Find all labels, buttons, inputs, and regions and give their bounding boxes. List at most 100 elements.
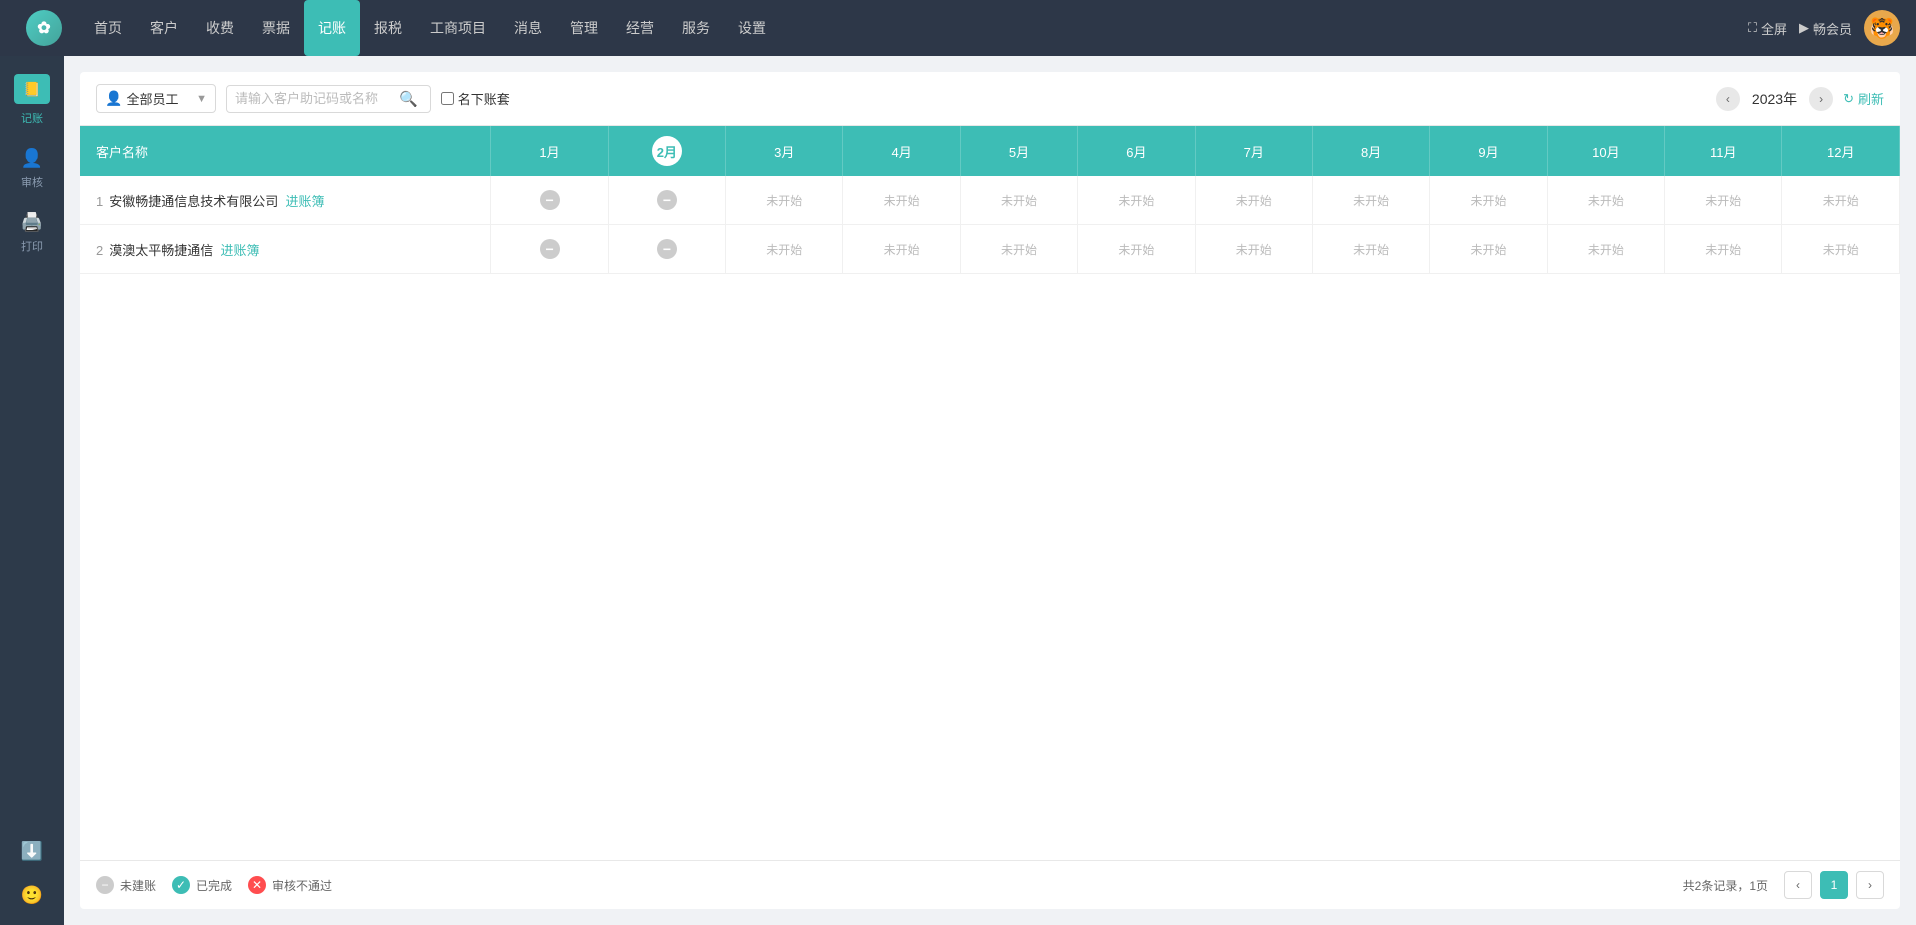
cell-month-3: 未开始 (726, 225, 843, 274)
legend-item-未建账: −未建账 (96, 876, 156, 894)
cell-month-1[interactable]: − (491, 225, 608, 274)
employee-select[interactable]: 👤 全部员工 ▼ (96, 84, 216, 113)
year-display: 2023年 (1752, 89, 1797, 109)
not-started-label: 未开始 (1588, 243, 1624, 257)
legend-label: 已完成 (196, 877, 232, 894)
cell-month-12: 未开始 (1782, 176, 1900, 225)
next-year-button[interactable]: › (1809, 87, 1833, 111)
nav-item-报税[interactable]: 报税 (360, 0, 416, 56)
prev-page-button[interactable]: ‹ (1784, 871, 1812, 899)
cell-month-11: 未开始 (1665, 176, 1782, 225)
nav-item-客户[interactable]: 客户 (136, 0, 192, 56)
not-started-label: 未开始 (1353, 243, 1389, 257)
nav-item-消息[interactable]: 消息 (500, 0, 556, 56)
legend-dot-red: ✕ (248, 876, 266, 894)
col-header-month-5: 5月 (960, 126, 1077, 176)
col-header-month-11: 11月 (1665, 126, 1782, 176)
client-name: 安徽畅捷通信息技术有限公司 (109, 194, 278, 209)
cell-month-10: 未开始 (1547, 176, 1664, 225)
member-btn[interactable]: ▶ 畅会员 (1799, 19, 1852, 38)
prev-year-button[interactable]: ‹ (1716, 87, 1740, 111)
cell-month-9: 未开始 (1430, 225, 1547, 274)
cell-month-2[interactable]: − (608, 225, 725, 274)
sidebar-label: 打印 (21, 238, 43, 254)
sidebar-bottom-item[interactable]: ⬇️ (20, 829, 44, 873)
cell-month-9: 未开始 (1430, 176, 1547, 225)
my-accounts-checkbox[interactable] (441, 92, 454, 105)
fullscreen-label: 全屏 (1761, 19, 1787, 38)
nav-item-收费[interactable]: 收费 (192, 0, 248, 56)
col-header-month-12: 12月 (1782, 126, 1900, 176)
cell-month-4: 未开始 (843, 225, 960, 274)
row-number: 1 (96, 194, 103, 209)
cell-month-6: 未开始 (1078, 225, 1195, 274)
cell-month-6: 未开始 (1078, 176, 1195, 225)
not-started-label: 未开始 (766, 194, 802, 208)
not-started-label: 未开始 (1236, 194, 1272, 208)
enter-ledger-link[interactable]: 进账簿 (285, 194, 324, 209)
content-area: 👤 全部员工 ▼ 🔍 名下账套 ‹ 2023年 › ↻ 刷新 (64, 56, 1916, 925)
col-header-month-1: 1月 (491, 126, 608, 176)
col-header-month-4: 4月 (843, 126, 960, 176)
sidebar-icon: 👤 (20, 146, 44, 170)
status-dash-icon: − (540, 190, 560, 210)
status-dash-icon: − (657, 239, 677, 259)
nav-item-工商项目[interactable]: 工商项目 (416, 0, 500, 56)
legend-dot-teal: ✓ (172, 876, 190, 894)
cell-month-2[interactable]: − (608, 176, 725, 225)
not-started-label: 未开始 (1471, 194, 1507, 208)
col-header-month-8: 8月 (1312, 126, 1429, 176)
cell-month-8: 未开始 (1312, 176, 1429, 225)
not-started-label: 未开始 (1001, 194, 1037, 208)
enter-ledger-link[interactable]: 进账簿 (220, 243, 259, 258)
row-number: 2 (96, 243, 103, 258)
not-started-label: 未开始 (1705, 243, 1741, 257)
nav-item-管理[interactable]: 管理 (556, 0, 612, 56)
sidebar-item-记账[interactable]: 📒记账 (14, 64, 50, 136)
search-button[interactable]: 🔍 (395, 90, 422, 108)
fullscreen-icon: ⛶ (1748, 20, 1757, 36)
active-month-indicator: 2月 (652, 136, 682, 166)
table-container: 客户名称1月2月3月4月5月6月7月8月9月10月11月12月 1安徽畅捷通信息… (80, 126, 1900, 860)
not-started-label: 未开始 (1823, 243, 1859, 257)
sidebar-bottom-item[interactable]: 🙂 (20, 873, 44, 917)
nav-item-首页[interactable]: 首页 (80, 0, 136, 56)
col-header-month-7: 7月 (1195, 126, 1312, 176)
sidebar-label: 记账 (21, 110, 43, 126)
user-avatar[interactable]: 🐯 (1864, 10, 1900, 46)
sidebar-bottom-icon: ⬇️ (20, 839, 44, 863)
col-header-month-6: 6月 (1078, 126, 1195, 176)
sidebar-item-审核[interactable]: 👤审核 (14, 136, 50, 200)
status-dash-icon: − (657, 190, 677, 210)
sidebar-item-打印[interactable]: 🖨️打印 (14, 200, 50, 264)
table-row: 2漠澳太平畅捷通信 进账簿−−未开始未开始未开始未开始未开始未开始未开始未开始未… (80, 225, 1900, 274)
legend-dot-grey: − (96, 876, 114, 894)
cell-month-8: 未开始 (1312, 225, 1429, 274)
cell-month-1[interactable]: − (491, 176, 608, 225)
search-input[interactable] (235, 91, 395, 106)
nav-item-设置[interactable]: 设置 (724, 0, 780, 56)
not-started-label: 未开始 (1471, 243, 1507, 257)
nav-item-经营[interactable]: 经营 (612, 0, 668, 56)
cell-month-12: 未开始 (1782, 225, 1900, 274)
cell-month-5: 未开始 (960, 225, 1077, 274)
not-started-label: 未开始 (1118, 243, 1154, 257)
legend-item-已完成: ✓ 已完成 (172, 876, 232, 894)
not-started-label: 未开始 (1353, 194, 1389, 208)
my-accounts-checkbox-label[interactable]: 名下账套 (441, 89, 510, 108)
fullscreen-btn[interactable]: ⛶ 全屏 (1748, 19, 1787, 38)
search-wrapper: 🔍 (226, 85, 431, 113)
status-dash-icon: − (540, 239, 560, 259)
refresh-button[interactable]: ↻ 刷新 (1843, 89, 1884, 108)
page-1-button[interactable]: 1 (1820, 871, 1848, 899)
next-page-button[interactable]: › (1856, 871, 1884, 899)
nav-item-记账[interactable]: 记账 (304, 0, 360, 56)
main-layout: 📒记账👤审核🖨️打印 ⬇️ 🙂 👤 全部员工 ▼ 🔍 名下账套 ‹ 2023年 (0, 56, 1916, 925)
not-started-label: 未开始 (1705, 194, 1741, 208)
employee-label: 全部员工 (126, 89, 178, 108)
nav-item-服务[interactable]: 服务 (668, 0, 724, 56)
not-started-label: 未开始 (884, 243, 920, 257)
nav-item-票据[interactable]: 票据 (248, 0, 304, 56)
logo: ✿ (16, 0, 72, 56)
legend-item-审核不通过: ✕审核不通过 (248, 876, 332, 894)
